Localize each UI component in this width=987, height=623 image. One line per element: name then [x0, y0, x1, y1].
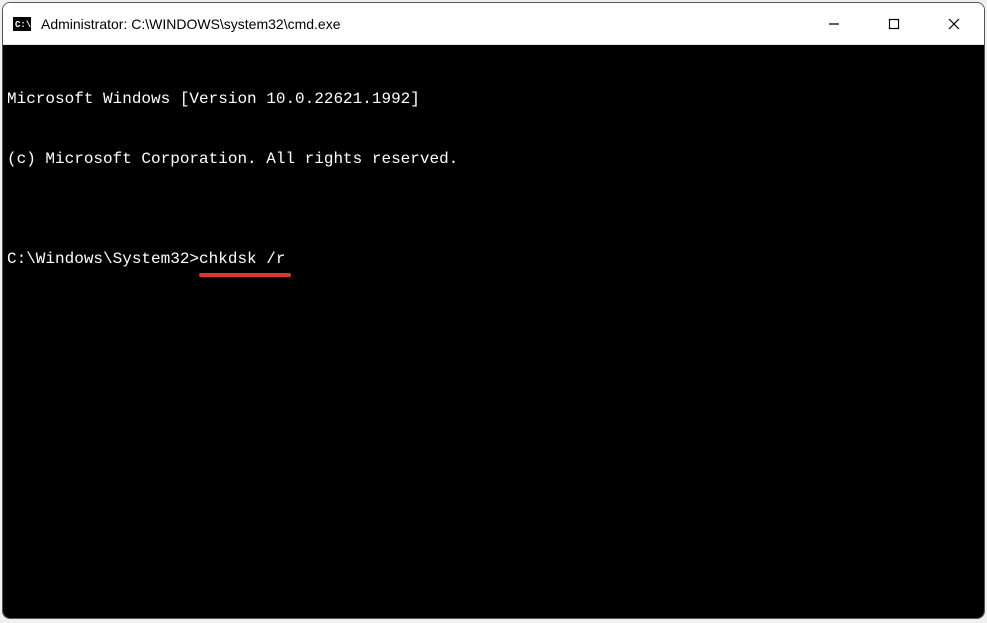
- minimize-button[interactable]: [804, 3, 864, 44]
- command-prompt-window: C:\ Administrator: C:\WINDOWS\system32\c…: [2, 2, 985, 619]
- annotation-underline: [199, 273, 291, 277]
- close-icon: [947, 17, 961, 31]
- terminal-output-line: Microsoft Windows [Version 10.0.22621.19…: [7, 89, 980, 109]
- close-button[interactable]: [924, 3, 984, 44]
- terminal-prompt-line: C:\Windows\System32>chkdsk /r: [7, 249, 980, 269]
- maximize-icon: [888, 18, 900, 30]
- terminal-area[interactable]: Microsoft Windows [Version 10.0.22621.19…: [3, 45, 984, 618]
- maximize-button[interactable]: [864, 3, 924, 44]
- svg-text:C:\: C:\: [15, 20, 31, 30]
- terminal-output-line: (c) Microsoft Corporation. All rights re…: [7, 149, 980, 169]
- terminal-prompt: C:\Windows\System32>: [7, 250, 199, 268]
- command-text: chkdsk /r: [199, 250, 285, 268]
- cmd-icon: C:\: [13, 15, 31, 33]
- window-controls: [804, 3, 984, 44]
- terminal-command: chkdsk /r: [199, 249, 285, 269]
- minimize-icon: [828, 18, 840, 30]
- window-title: Administrator: C:\WINDOWS\system32\cmd.e…: [41, 16, 804, 32]
- titlebar[interactable]: C:\ Administrator: C:\WINDOWS\system32\c…: [3, 3, 984, 45]
